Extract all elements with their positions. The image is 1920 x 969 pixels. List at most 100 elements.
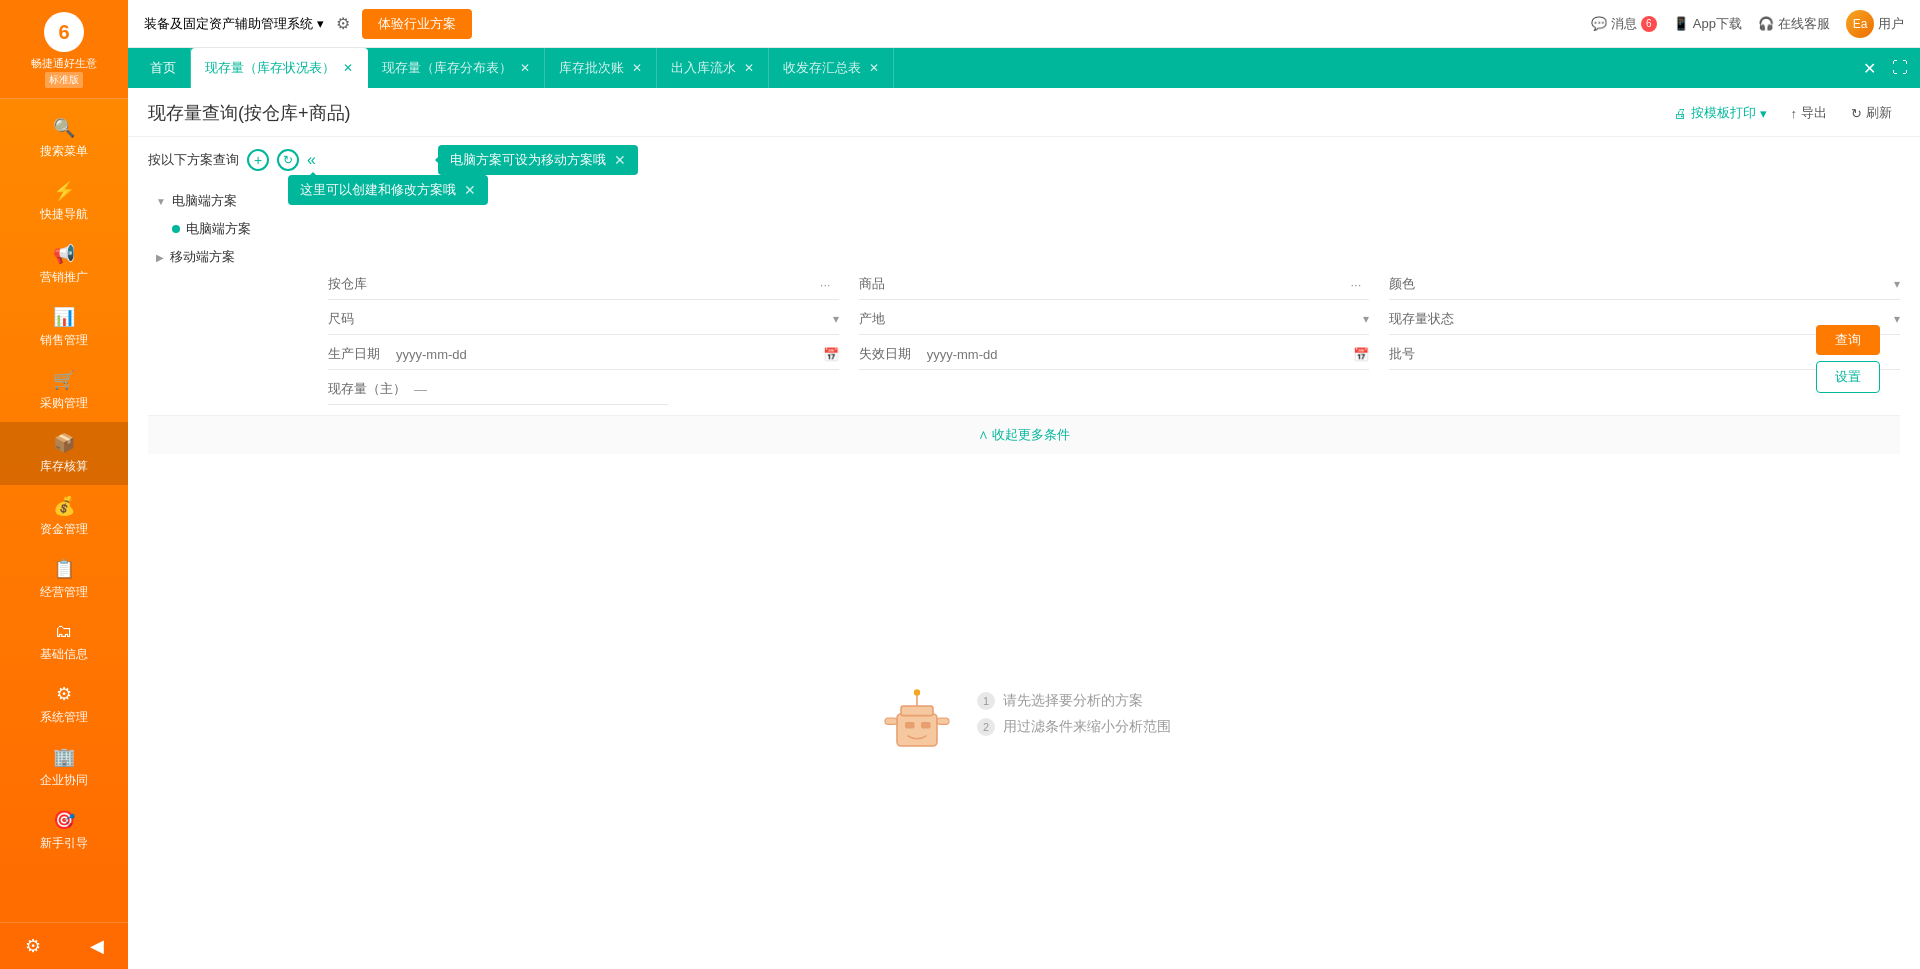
expire-date-calendar-icon[interactable]: 📅 xyxy=(1353,347,1369,362)
filter-label: 按以下方案查询 xyxy=(148,151,239,169)
filter-color: 颜色 ▾ xyxy=(1389,275,1900,300)
scheme-mobile-label: 移动端方案 xyxy=(170,248,235,266)
trial-btn[interactable]: 体验行业方案 xyxy=(362,9,472,39)
tab-batch-account[interactable]: 库存批次账 ✕ xyxy=(545,48,657,88)
sidebar-item-finance[interactable]: 💰 资金管理 xyxy=(0,485,128,548)
produce-date-calendar-icon[interactable]: 📅 xyxy=(823,347,839,362)
header-gear-btn[interactable]: ⚙ xyxy=(336,14,350,33)
tab-inventory-status-label: 现存量（库存状况表） xyxy=(205,59,335,77)
mobile-icon: 📱 xyxy=(1673,16,1689,31)
size-dropdown-icon[interactable]: ▾ xyxy=(833,312,839,326)
collapse-sidebar-btn[interactable]: ◀ xyxy=(90,935,104,957)
empty-tip-2: 2 用过滤条件来缩小分析范围 xyxy=(977,718,1171,736)
sidebar-item-operation[interactable]: 📋 经营管理 xyxy=(0,548,128,611)
filter-header: 按以下方案查询 + ↻ « xyxy=(148,149,1900,171)
sidebar-item-sales[interactable]: 📊 销售管理 xyxy=(0,296,128,359)
sidebar-item-quick-nav[interactable]: ⚡ 快捷导航 xyxy=(0,170,128,233)
tab-inventory-status[interactable]: 现存量（库存状况表） ✕ xyxy=(191,48,368,88)
collapse-up-icon: ∧ xyxy=(978,427,989,442)
app-download-btn[interactable]: 📱 App下载 xyxy=(1673,15,1742,33)
scheme-tooltip-close[interactable]: ✕ xyxy=(614,152,626,168)
edit-tooltip-text: 这里可以创建和修改方案哦 xyxy=(300,181,456,199)
tab-collect-summary[interactable]: 收发存汇总表 ✕ xyxy=(769,48,894,88)
avatar: Ea xyxy=(1846,10,1874,38)
sidebar-item-enterprise[interactable]: 🏢 企业协同 xyxy=(0,736,128,799)
collapse-bar[interactable]: ∧ 收起更多条件 xyxy=(148,415,1900,454)
svg-rect-3 xyxy=(901,706,933,716)
logo-icon: 6 xyxy=(44,12,84,52)
sidebar-item-label: 资金管理 xyxy=(40,521,88,538)
warehouse-dots[interactable]: ··· xyxy=(820,277,831,292)
page-title: 现存量查询(按仓库+商品) xyxy=(148,101,351,125)
edit-tooltip-close[interactable]: ✕ xyxy=(464,182,476,198)
sidebar-item-basic[interactable]: 🗂 基础信息 xyxy=(0,611,128,673)
sidebar-item-label: 新手引导 xyxy=(40,835,88,852)
scheme-mobile-group[interactable]: ▶ 移动端方案 xyxy=(148,243,1900,271)
scheme-desktop-item[interactable]: 电脑端方案 xyxy=(148,215,1900,243)
stock-status-dropdown[interactable]: ▾ xyxy=(1894,312,1900,326)
produce-date-input[interactable] xyxy=(396,347,815,362)
refresh-btn[interactable]: ↻ 刷新 xyxy=(1843,100,1900,126)
tab-home[interactable]: 首页 xyxy=(136,48,191,88)
tab-bar: 首页 现存量（库存状况表） ✕ 现存量（库存分布表） ✕ 库存批次账 ✕ 出入库… xyxy=(128,48,1920,88)
scheme-tooltip: 电脑方案可设为移动方案哦 ✕ xyxy=(438,145,638,175)
tab-inventory-dist[interactable]: 现存量（库存分布表） ✕ xyxy=(368,48,545,88)
support-btn[interactable]: 🎧 在线客服 xyxy=(1758,15,1830,33)
sidebar-item-inventory[interactable]: 📦 库存核算 xyxy=(0,422,128,485)
filter-add-btn[interactable]: + xyxy=(247,149,269,171)
filter-stock-qty: 现存量（主） — xyxy=(328,380,668,405)
tab-inventory-status-close[interactable]: ✕ xyxy=(343,61,353,75)
filter-produce-date: 生产日期 📅 xyxy=(328,345,839,370)
sidebar-item-system[interactable]: ⚙ 系统管理 xyxy=(0,673,128,736)
sidebar-item-label: 系统管理 xyxy=(40,709,88,726)
tab-in-out-flow-close[interactable]: ✕ xyxy=(744,61,754,75)
system-selector[interactable]: 装备及固定资产辅助管理系统 ▾ xyxy=(144,15,324,33)
tab-collect-summary-label: 收发存汇总表 xyxy=(783,59,861,77)
goods-dots[interactable]: ··· xyxy=(1350,277,1361,292)
goods-label: 商品 xyxy=(859,275,919,293)
tab-fullscreen-icon[interactable]: ⛶ xyxy=(1888,55,1912,82)
svg-rect-6 xyxy=(885,718,897,724)
settings-btn[interactable]: ⚙ xyxy=(25,935,41,957)
top-header: 装备及固定资产辅助管理系统 ▾ ⚙ 体验行业方案 💬 消息 6 📱 App下载 … xyxy=(128,0,1920,48)
size-label: 尺码 xyxy=(328,310,388,328)
filter-row-4: 现存量（主） — xyxy=(328,380,1900,415)
message-btn[interactable]: 💬 消息 6 xyxy=(1591,15,1657,33)
headset-icon: 🎧 xyxy=(1758,16,1774,31)
print-btn[interactable]: 🖨 按模板打印 ▾ xyxy=(1666,100,1775,126)
tab-close-all-icon[interactable]: ✕ xyxy=(1859,55,1880,82)
scheme-tooltip-text: 电脑方案可设为移动方案哦 xyxy=(450,151,606,169)
color-label: 颜色 xyxy=(1389,275,1449,293)
origin-dropdown-icon[interactable]: ▾ xyxy=(1363,312,1369,326)
empty-state: 1 请先选择要分析的方案 2 用过滤条件来缩小分析范围 xyxy=(128,466,1920,969)
quick-nav-icon: ⚡ xyxy=(53,180,75,202)
print-icon: 🖨 xyxy=(1674,106,1687,121)
user-btn[interactable]: Ea 用户 xyxy=(1846,10,1904,38)
filter-action-btns: 查询 设置 xyxy=(1816,325,1880,393)
sidebar-item-label: 企业协同 xyxy=(40,772,88,789)
sidebar-item-search[interactable]: 🔍 搜索菜单 xyxy=(0,107,128,170)
tab-batch-account-close[interactable]: ✕ xyxy=(632,61,642,75)
dropdown-icon: ▾ xyxy=(317,16,324,31)
sidebar-item-marketing[interactable]: 📢 营销推广 xyxy=(0,233,128,296)
sidebar-item-purchase[interactable]: 🛒 采购管理 xyxy=(0,359,128,422)
empty-tip-2-text: 用过滤条件来缩小分析范围 xyxy=(1003,718,1171,736)
reset-btn[interactable]: 设置 xyxy=(1816,361,1880,393)
tab-inventory-dist-close[interactable]: ✕ xyxy=(520,61,530,75)
tab-collect-summary-close[interactable]: ✕ xyxy=(869,61,879,75)
empty-tips: 1 请先选择要分析的方案 2 用过滤条件来缩小分析范围 xyxy=(977,692,1171,744)
sidebar-item-guide[interactable]: 🎯 新手引导 xyxy=(0,799,128,862)
stock-status-label: 现存量状态 xyxy=(1389,310,1454,328)
export-btn[interactable]: ↑ 导出 xyxy=(1783,100,1836,126)
filter-goods: 商品 ··· xyxy=(859,275,1370,300)
scheme-dot-icon xyxy=(172,225,180,233)
svg-rect-1 xyxy=(905,722,915,728)
expire-date-input[interactable] xyxy=(927,347,1346,362)
color-dropdown-icon[interactable]: ▾ xyxy=(1894,277,1900,291)
filter-refresh-btn[interactable]: ↻ xyxy=(277,149,299,171)
filter-expire-date: 失效日期 📅 xyxy=(859,345,1370,370)
tab-in-out-flow[interactable]: 出入库流水 ✕ xyxy=(657,48,769,88)
filter-origin: 产地 ▾ xyxy=(859,310,1370,335)
query-btn[interactable]: 查询 xyxy=(1816,325,1880,355)
scheme-desktop-label: 电脑端方案 xyxy=(172,192,237,210)
